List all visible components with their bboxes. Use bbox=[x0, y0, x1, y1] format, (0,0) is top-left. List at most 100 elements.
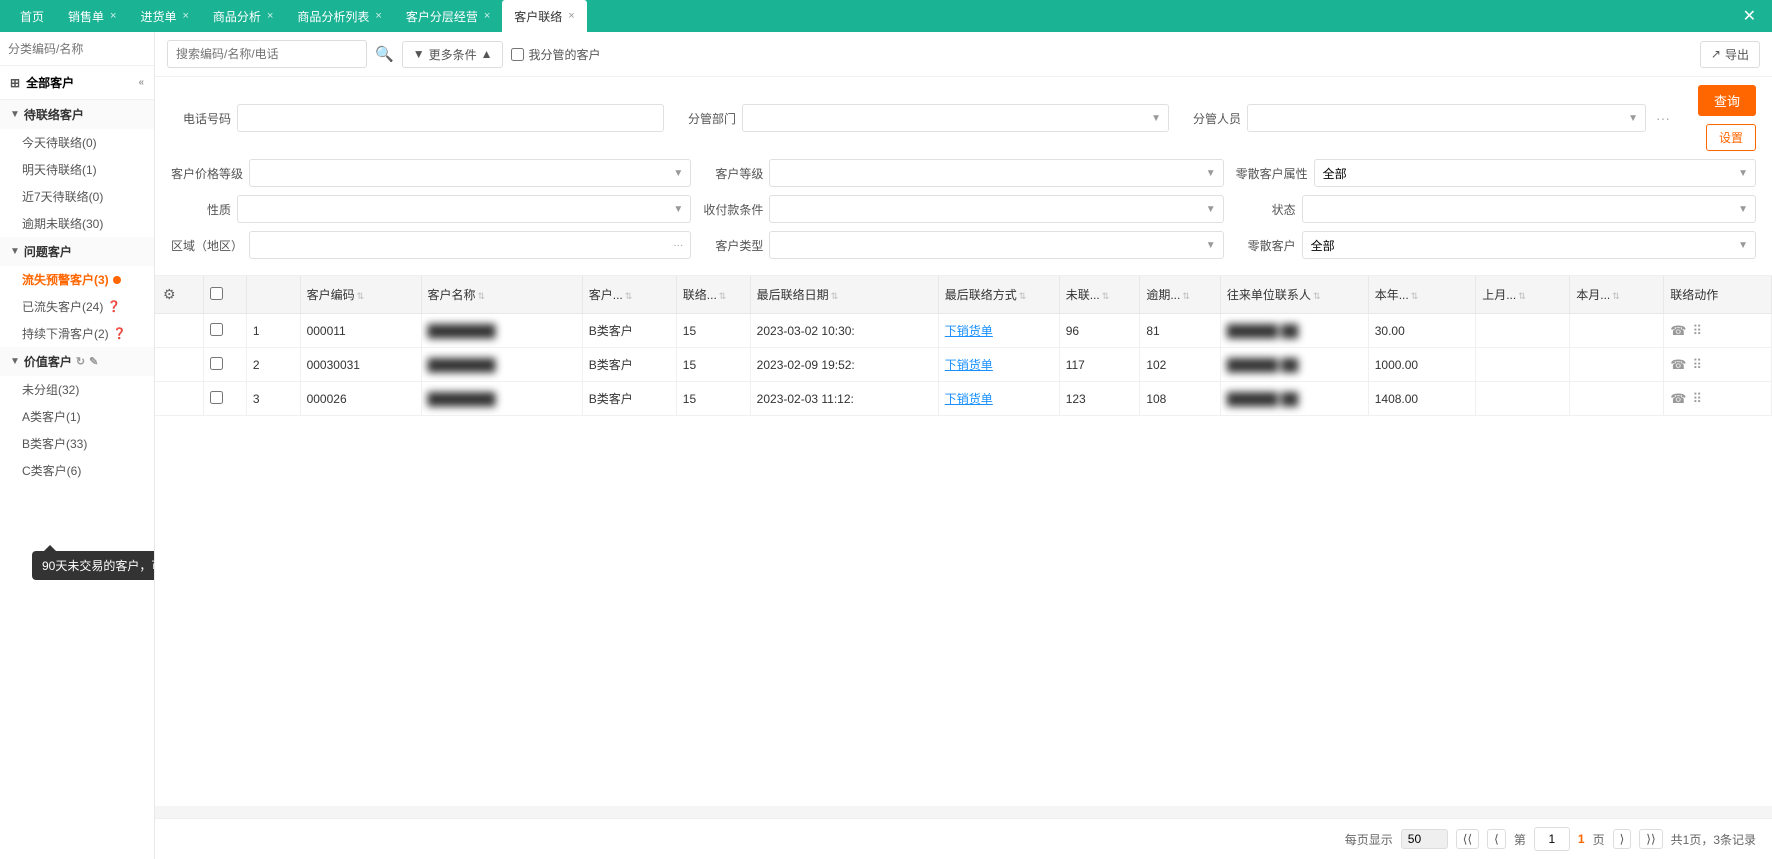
filter-more-btn[interactable]: ▼ 更多条件 ▲ bbox=[402, 41, 504, 68]
phone-input[interactable] bbox=[237, 104, 664, 132]
tab-purchase[interactable]: 进货单 × bbox=[128, 0, 200, 32]
sidebar-item-ungrouped[interactable]: 未分组(32) bbox=[0, 376, 154, 403]
edit-icon[interactable]: ✎ bbox=[89, 355, 98, 368]
page-first-btn[interactable]: ⟨⟨ bbox=[1456, 829, 1479, 849]
select-all-checkbox[interactable] bbox=[210, 287, 223, 300]
zero-retail-attr-input[interactable] bbox=[1314, 159, 1756, 187]
current-page-display: 1 bbox=[1578, 832, 1585, 846]
filter-cell-price-grade: 客户价格等级 ▼ bbox=[171, 159, 691, 187]
page-last-btn[interactable]: ⟩⟩ bbox=[1639, 829, 1662, 849]
filter-cell-person: 分管人员 ▼ ··· bbox=[1181, 104, 1674, 132]
action-contact-icon-1[interactable]: ☎ bbox=[1670, 357, 1686, 373]
zero-retail-label: 零散客户 bbox=[1236, 237, 1296, 254]
tab-product-list[interactable]: 商品分析列表 × bbox=[285, 0, 393, 32]
method-link-0[interactable]: 下销货单 bbox=[945, 324, 993, 338]
price-grade-label: 客户价格等级 bbox=[171, 165, 243, 182]
cell-method-1: 下销货单 bbox=[938, 348, 1059, 382]
tab-customer-contact-close[interactable]: × bbox=[568, 10, 574, 22]
cell-method-2: 下销货单 bbox=[938, 382, 1059, 416]
group-problem-customer[interactable]: ▼ 问题客户 bbox=[0, 237, 154, 266]
refresh-icon[interactable]: ↻ bbox=[76, 355, 85, 368]
tab-customer-contact[interactable]: 客户联络 × bbox=[502, 0, 586, 32]
method-link-2[interactable]: 下销货单 bbox=[945, 392, 993, 406]
sidebar-item-overdue[interactable]: 逾期未联络(30) bbox=[0, 210, 154, 237]
filter-search-input[interactable] bbox=[167, 40, 367, 68]
sidebar-item-churn-warning[interactable]: 流失预警客户(3) bbox=[0, 266, 154, 293]
sidebar-item-declining[interactable]: 持续下滑客户(2) ❓ bbox=[0, 320, 154, 347]
filter-cell-zero-retail: 零散客户 ▼ bbox=[1236, 231, 1756, 259]
row-checkbox-0[interactable] bbox=[210, 323, 223, 336]
payment-input[interactable] bbox=[769, 195, 1223, 223]
settings-btn[interactable]: 设置 bbox=[1706, 124, 1756, 151]
grid-icon: ⊞ bbox=[10, 76, 20, 90]
sidebar-item-c-class[interactable]: C类客户(6) bbox=[0, 457, 154, 484]
sidebar: 🔍 ⊞ 全部客户 « ▼ 待联络客户 今天待联络(0) 明天待联络(1) 近7天… bbox=[0, 32, 155, 859]
tab-product-analysis[interactable]: 商品分析 × bbox=[201, 0, 285, 32]
row-checkbox-2[interactable] bbox=[210, 391, 223, 404]
filter-cell-status: 状态 ▼ bbox=[1236, 195, 1756, 223]
sidebar-item-b-class[interactable]: B类客户(33) bbox=[0, 430, 154, 457]
cell-name-2: ████████ bbox=[421, 382, 582, 416]
table-wrap: ⚙ 客户编码⇅ 客户名称⇅ 客户...⇅ bbox=[155, 276, 1772, 806]
person-more-btn[interactable]: ··· bbox=[1652, 110, 1674, 126]
tab-product-list-close[interactable]: × bbox=[375, 10, 381, 22]
page-prev-btn[interactable]: ⟨ bbox=[1487, 829, 1506, 849]
group-pending-contact[interactable]: ▼ 待联络客户 bbox=[0, 100, 154, 129]
dept-select-input[interactable] bbox=[742, 104, 1169, 132]
sidebar-item-tomorrow[interactable]: 明天待联络(1) bbox=[0, 156, 154, 183]
person-select-input[interactable] bbox=[1247, 104, 1646, 132]
action-more-icon-0[interactable]: ⠿ bbox=[1693, 323, 1703, 339]
page-next-btn[interactable]: ⟩ bbox=[1613, 829, 1632, 849]
cell-prev-1: ██████ ██ bbox=[1220, 348, 1368, 382]
method-link-1[interactable]: 下销货单 bbox=[945, 358, 993, 372]
tab-sales-close[interactable]: × bbox=[110, 10, 116, 22]
tab-home[interactable]: 首页 bbox=[8, 0, 56, 32]
tab-customer-tier-close[interactable]: × bbox=[484, 10, 490, 22]
action-more-icon-1[interactable]: ⠿ bbox=[1693, 357, 1703, 373]
sidebar-search-input[interactable] bbox=[8, 42, 155, 56]
grade-input[interactable] bbox=[769, 159, 1223, 187]
row-checkbox-1[interactable] bbox=[210, 357, 223, 370]
filter-cell-phone: 电话号码 bbox=[171, 104, 664, 132]
price-grade-input[interactable] bbox=[249, 159, 691, 187]
status-input[interactable] bbox=[1302, 195, 1756, 223]
col-type-header: 客户...⇅ bbox=[582, 276, 676, 314]
tab-product-analysis-close[interactable]: × bbox=[267, 10, 273, 22]
sidebar-item-7days[interactable]: 近7天待联络(0) bbox=[0, 183, 154, 210]
action-more-icon-2[interactable]: ⠿ bbox=[1693, 391, 1703, 407]
zero-retail-attr-select: ▼ bbox=[1314, 159, 1756, 187]
my-customers-checkbox-label[interactable]: 我分管的客户 bbox=[511, 46, 600, 63]
export-btn[interactable]: ↗ 导出 bbox=[1700, 41, 1760, 68]
pagination: 每页显示 50 100 200 ⟨⟨ ⟨ 第 1 页 ⟩ ⟩⟩ 共1页，3条记录 bbox=[155, 818, 1772, 859]
group-value-customer[interactable]: ▼ 价值客户 ↻ ✎ bbox=[0, 347, 154, 376]
sidebar-item-a-class[interactable]: A类客户(1) bbox=[0, 403, 154, 430]
payment-label: 收付款条件 bbox=[703, 201, 763, 218]
col-check-header bbox=[203, 276, 246, 314]
region-input[interactable] bbox=[249, 231, 691, 259]
col-prev-header: 往来单位联系人⇅ bbox=[1220, 276, 1368, 314]
customer-type-input[interactable] bbox=[769, 231, 1223, 259]
tab-customer-tier[interactable]: 客户分层经营 × bbox=[394, 0, 502, 32]
table-gear-btn[interactable]: ⚙ bbox=[161, 284, 178, 305]
sidebar-item-churned[interactable]: 已流失客户(24) ❓ bbox=[0, 293, 154, 320]
action-contact-icon-2[interactable]: ☎ bbox=[1670, 391, 1686, 407]
person-select-wrap: ▼ bbox=[1247, 104, 1646, 132]
cell-code-2: 000026 bbox=[300, 382, 421, 416]
filter-search-btn[interactable]: 🔍 bbox=[375, 45, 394, 63]
query-btn[interactable]: 查询 bbox=[1698, 85, 1756, 116]
per-page-select[interactable]: 50 100 200 bbox=[1401, 829, 1448, 849]
my-customers-checkbox[interactable] bbox=[511, 48, 524, 61]
group-value-arrow: ▼ bbox=[10, 356, 20, 367]
gender-input[interactable] bbox=[237, 195, 691, 223]
zero-retail-input[interactable] bbox=[1302, 231, 1756, 259]
action-contact-icon-0[interactable]: ☎ bbox=[1670, 323, 1686, 339]
tab-sales[interactable]: 销售单 × bbox=[56, 0, 128, 32]
tab-purchase-close[interactable]: × bbox=[182, 10, 188, 22]
bottom-scrollbar[interactable] bbox=[155, 806, 1772, 818]
sidebar-all-customers[interactable]: ⊞ 全部客户 « bbox=[0, 66, 154, 100]
window-close-btn[interactable]: ✕ bbox=[1735, 6, 1764, 26]
page-input[interactable] bbox=[1534, 827, 1570, 851]
cell-check-2 bbox=[203, 382, 246, 416]
sidebar-item-today[interactable]: 今天待联络(0) bbox=[0, 129, 154, 156]
cell-action-2: ☎ ⠿ bbox=[1664, 382, 1772, 416]
